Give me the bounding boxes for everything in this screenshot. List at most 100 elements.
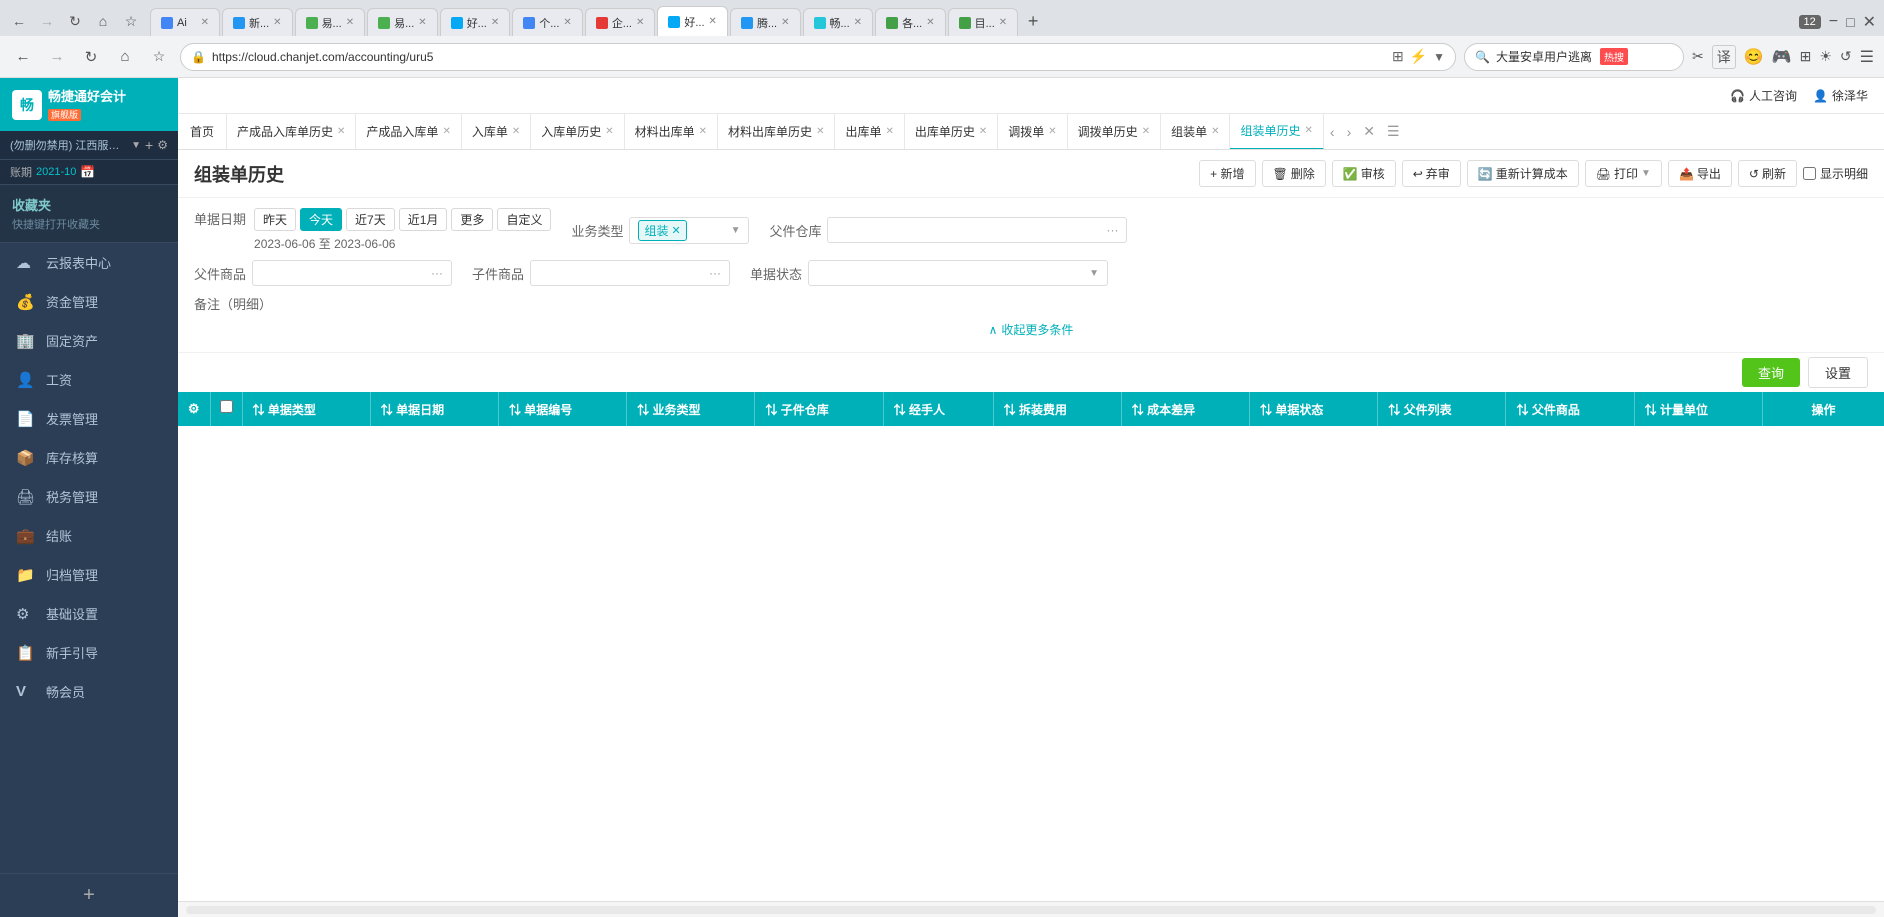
browser-tab[interactable]: 畅... ✕ (803, 8, 874, 36)
tab-nav-right[interactable]: › (1341, 124, 1358, 140)
browser-tab[interactable]: 各... ✕ (875, 8, 946, 36)
review-button[interactable]: ✅ 审核 (1332, 160, 1396, 187)
tab-close[interactable]: ✕ (816, 126, 824, 137)
tab-close[interactable]: ✕ (979, 126, 987, 137)
col-cost-diff[interactable]: ⇅ 成本差异 (1121, 392, 1249, 426)
calendar-icon[interactable]: 📅 (80, 165, 95, 179)
tab-close-all[interactable]: ✕ (1357, 123, 1381, 140)
col-child-warehouse[interactable]: ⇅ 子件仓库 (755, 392, 883, 426)
tab-close-icon[interactable]: ✕ (418, 17, 426, 28)
tab-home[interactable]: 首页 (178, 114, 227, 150)
search-bar[interactable]: 🔍 大量安卓用户逃离 热搜 (1464, 43, 1684, 71)
bottom-scrollbar[interactable] (178, 901, 1884, 917)
table-settings-header[interactable]: ⚙ (178, 392, 210, 426)
browser-tab[interactable]: 目... ✕ (948, 8, 1019, 36)
abandon-button[interactable]: ↩ 弃审 (1402, 160, 1461, 187)
sidebar-item-fixed-assets[interactable]: 🏢 固定资产 (0, 321, 178, 360)
tab-close[interactable]: ✕ (512, 126, 520, 137)
settings-icon[interactable]: ⚙ (157, 138, 168, 152)
recalculate-button[interactable]: 🔄 重新计算成本 (1467, 160, 1579, 187)
tab-out-bill-history[interactable]: 出库单历史 ✕ (905, 114, 998, 150)
col-bill-type[interactable]: ⇅ 单据类型 (242, 392, 370, 426)
close-button[interactable]: ✕ (1863, 12, 1876, 32)
tab-close[interactable]: ✕ (1048, 126, 1056, 137)
emoji-icon[interactable]: 😊 (1744, 47, 1764, 67)
new-tab-button[interactable]: + (1020, 8, 1046, 34)
tab-close-icon[interactable]: ✕ (346, 17, 354, 28)
parent-goods-input[interactable]: ··· (252, 260, 452, 286)
sidebar-item-tax[interactable]: 🖨 税务管理 (0, 477, 178, 516)
show-detail-checkbox[interactable]: 显示明细 (1803, 165, 1868, 182)
settings-button[interactable]: 设置 (1808, 357, 1868, 388)
ellipsis-icon[interactable]: ··· (1106, 223, 1118, 237)
tab-close[interactable]: ✕ (1211, 126, 1219, 137)
menu-icon[interactable]: ☰ (1860, 47, 1874, 67)
sidebar-item-salary[interactable]: 👤 工资 (0, 360, 178, 399)
print-button[interactable]: 🖨 打印 ▼ (1585, 160, 1662, 187)
game-icon[interactable]: 🎮 (1772, 47, 1792, 67)
tab-in-bill[interactable]: 入库单 ✕ (462, 114, 531, 150)
sidebar-item-basic-settings[interactable]: ⚙ 基础设置 (0, 594, 178, 633)
sidebar-item-member[interactable]: V 畅会员 (0, 672, 178, 711)
reload-button[interactable]: ↻ (64, 10, 86, 32)
browser-tab[interactable]: 易... ✕ (295, 8, 366, 36)
col-parent-goods[interactable]: ⇅ 父件商品 (1506, 392, 1634, 426)
ellipsis-icon[interactable]: ··· (709, 266, 721, 280)
customer-service[interactable]: 🎧 人工咨询 (1730, 87, 1797, 104)
tab-assemble-history[interactable]: 组装单历史 ✕ (1230, 114, 1323, 150)
translate-icon[interactable]: 译 (1712, 45, 1736, 69)
tab-assemble[interactable]: 组装单 ✕ (1161, 114, 1230, 150)
tab-close-icon[interactable]: ✕ (781, 17, 789, 28)
browser-tab[interactable]: 企... ✕ (585, 8, 656, 36)
sidebar-item-archive[interactable]: 📁 归档管理 (0, 555, 178, 594)
col-handler[interactable]: ⇅ 经手人 (883, 392, 993, 426)
tab-close-icon[interactable]: ✕ (636, 17, 644, 28)
address-bar[interactable]: 🔒 https://cloud.chanjet.com/accounting/u… (180, 43, 1456, 71)
date-btn-yesterday[interactable]: 昨天 (254, 208, 296, 231)
browser-tab[interactable]: 易... ✕ (367, 8, 438, 36)
bookmark-button[interactable]: ☆ (120, 10, 142, 32)
tab-close[interactable]: ✕ (885, 126, 893, 137)
date-btn-1month[interactable]: 近1月 (399, 208, 448, 231)
col-bill-status[interactable]: ⇅ 单据状态 (1250, 392, 1378, 426)
col-disassemble-fee[interactable]: ⇅ 拆装费用 (993, 392, 1121, 426)
nav-bookmark[interactable]: ☆ (146, 44, 172, 70)
table-checkbox-header[interactable] (210, 392, 242, 426)
nav-back[interactable]: ← (10, 44, 36, 70)
col-bill-no[interactable]: ⇅ 单据编号 (498, 392, 626, 426)
home-button[interactable]: ⌂ (92, 10, 114, 32)
forward-button[interactable]: → (36, 10, 58, 32)
new-button[interactable]: + 新增 (1199, 160, 1255, 187)
refresh-button[interactable]: ↺ 刷新 (1738, 160, 1797, 187)
add-icon[interactable]: + (145, 137, 153, 153)
tab-close[interactable]: ✕ (1305, 125, 1313, 136)
sidebar-item-checkout[interactable]: 💼 结账 (0, 516, 178, 555)
sun-icon[interactable]: ☀ (1819, 48, 1832, 65)
history-icon[interactable]: ↺ (1840, 48, 1852, 65)
tab-close-icon[interactable]: ✕ (999, 17, 1007, 28)
sidebar-item-invoice[interactable]: 📄 发票管理 (0, 399, 178, 438)
company-selector[interactable]: (勿删勿禁用) 江西服宝测试专用 ▼ + ⚙ (0, 131, 178, 160)
ellipsis-icon[interactable]: ··· (431, 266, 443, 280)
bill-status-select[interactable]: ▼ (808, 260, 1108, 286)
parent-warehouse-input[interactable]: ··· (827, 217, 1127, 243)
tab-close-icon[interactable]: ✕ (854, 17, 862, 28)
browser-tab-active[interactable]: 好... ✕ (657, 6, 728, 36)
sidebar-add-button[interactable]: + (0, 873, 178, 917)
tab-in-bill-history[interactable]: 入库单历史 ✕ (531, 114, 624, 150)
nav-reload[interactable]: ↻ (78, 44, 104, 70)
bookmark-title[interactable]: 收藏夹 (12, 195, 166, 214)
export-button[interactable]: 📤 导出 (1668, 160, 1732, 187)
sidebar-item-inventory[interactable]: 📦 库存核算 (0, 438, 178, 477)
tab-close-icon[interactable]: ✕ (709, 16, 717, 27)
tab-nav-left[interactable]: ‹ (1324, 124, 1341, 140)
tab-material-out[interactable]: 材料出库单 ✕ (625, 114, 718, 150)
lightning-icon[interactable]: ⚡ (1410, 48, 1427, 65)
tab-product-in[interactable]: 产成品入库单 ✕ (356, 114, 461, 150)
maximize-button[interactable]: □ (1846, 14, 1854, 30)
child-goods-input[interactable]: ··· (530, 260, 730, 286)
back-button[interactable]: ← (8, 10, 30, 32)
col-bill-date[interactable]: ⇅ 单据日期 (370, 392, 498, 426)
tab-close[interactable]: ✕ (699, 126, 707, 137)
print-dropdown[interactable]: ▼ (1641, 168, 1651, 179)
